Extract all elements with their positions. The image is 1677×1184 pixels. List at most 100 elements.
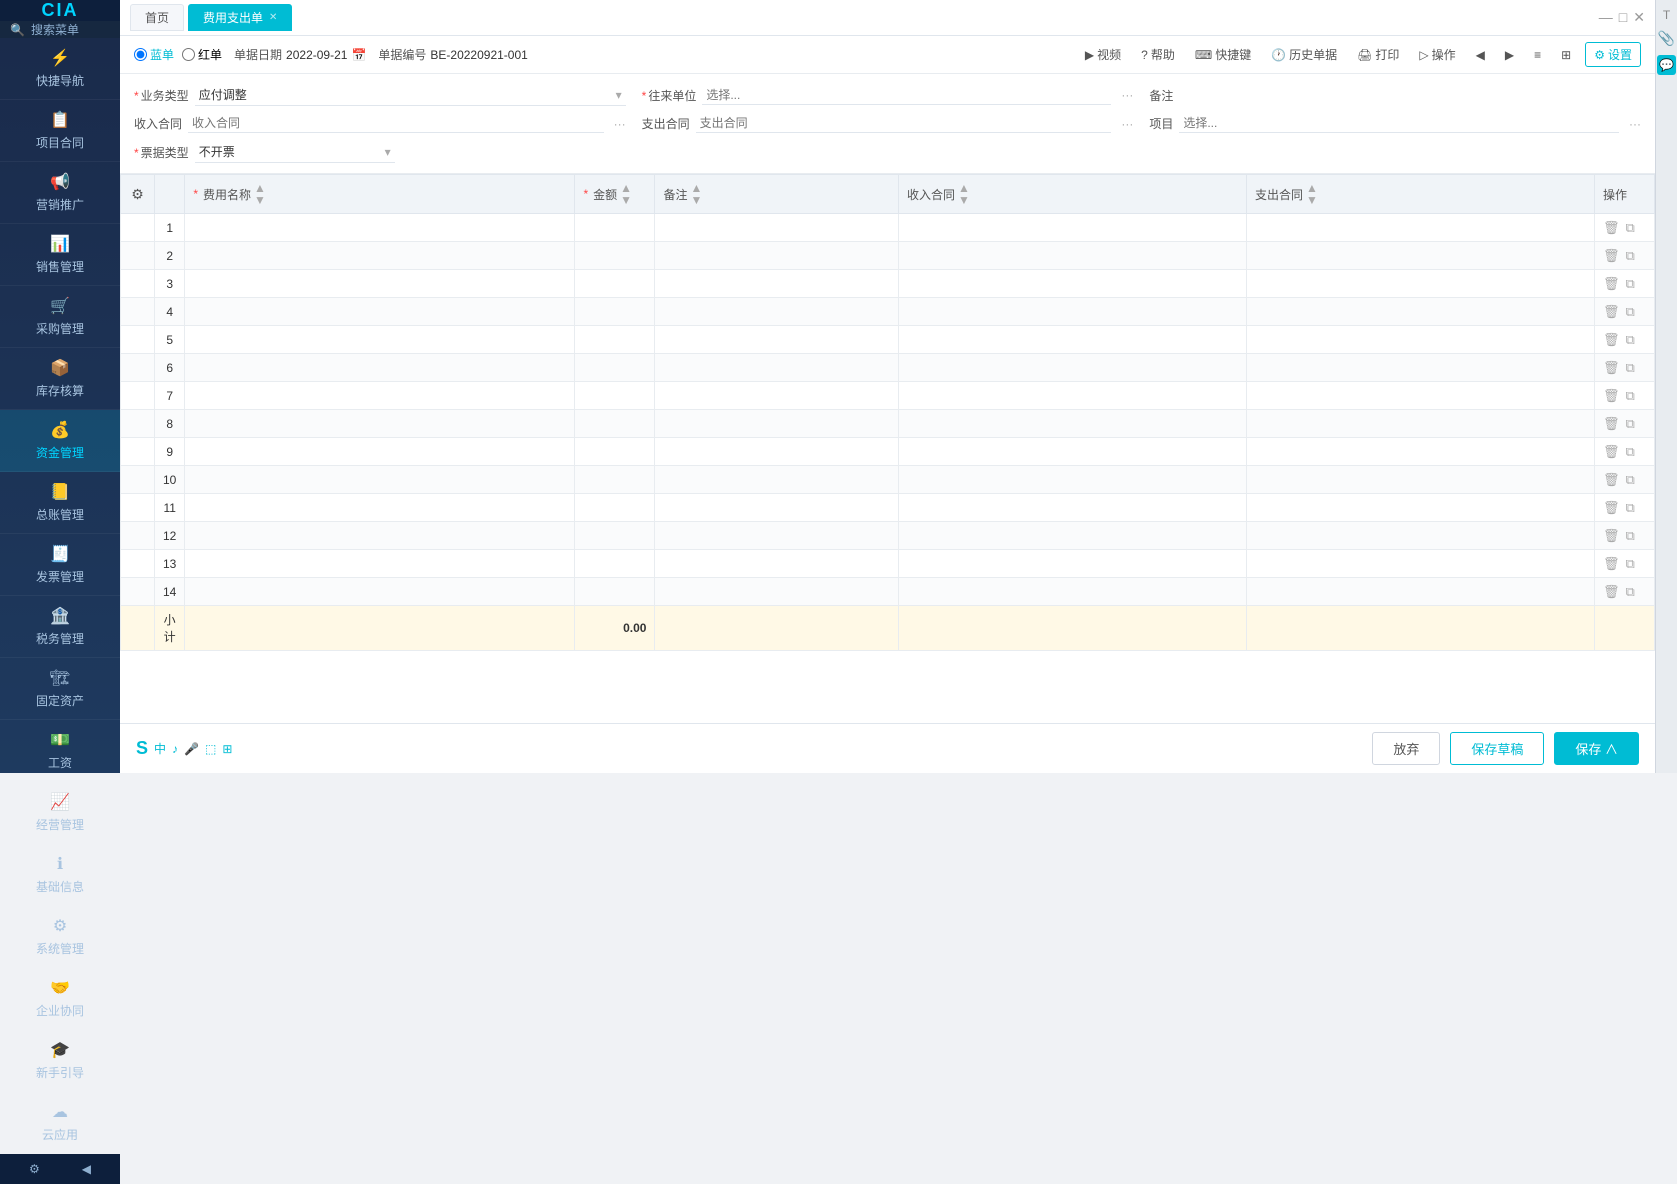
remark-cell[interactable] (655, 550, 898, 578)
business-type-select[interactable]: 应付调整 ▾ (195, 84, 626, 106)
copy-row-button[interactable]: ⧉ (1626, 556, 1635, 572)
amount-cell[interactable] (575, 242, 655, 270)
amount-cell[interactable] (575, 382, 655, 410)
income-contract-cell[interactable] (898, 242, 1246, 270)
amount-cell[interactable] (575, 494, 655, 522)
project-input[interactable] (1179, 114, 1619, 133)
table-settings-icon[interactable]: ⚙ (131, 186, 144, 202)
settings-icon[interactable]: ⚙ (29, 1162, 40, 1176)
amount-cell[interactable] (575, 578, 655, 606)
print-button[interactable]: 🖨 打印 (1351, 44, 1405, 65)
sidebar-item-tax-mgmt[interactable]: 🏦税务管理 (0, 596, 120, 658)
sidebar-item-newbie[interactable]: 🎓新手引导 (0, 1030, 120, 1092)
remark-cell[interactable] (655, 326, 898, 354)
sidebar-item-basic-info[interactable]: ℹ基础信息 (0, 844, 120, 906)
amount-cell[interactable] (575, 438, 655, 466)
save-draft-button[interactable]: 保存草稿 (1450, 732, 1544, 765)
income-contract-cell[interactable] (898, 494, 1246, 522)
income-contract-more-icon[interactable]: ··· (614, 117, 626, 131)
search-menu[interactable]: 🔍 搜索菜单 (0, 21, 120, 38)
collapse-icon[interactable]: ◀ (82, 1162, 91, 1176)
sidebar-item-marketing[interactable]: 📢营销推广 (0, 162, 120, 224)
expense-contract-cell[interactable] (1246, 438, 1594, 466)
delete-row-button[interactable]: 🗑 (1603, 416, 1620, 432)
remark-cell[interactable] (655, 438, 898, 466)
settings-button[interactable]: ⚙ 设置 (1585, 42, 1641, 67)
copy-row-button[interactable]: ⧉ (1626, 472, 1635, 488)
copy-row-button[interactable]: ⧉ (1626, 276, 1635, 292)
expense-contract-cell[interactable] (1246, 298, 1594, 326)
remark-cell[interactable] (655, 494, 898, 522)
remark-cell[interactable] (655, 354, 898, 382)
delete-row-button[interactable]: 🗑 (1603, 220, 1620, 236)
income-contract-cell[interactable] (898, 326, 1246, 354)
income-contract-cell[interactable] (898, 270, 1246, 298)
amount-cell[interactable] (575, 522, 655, 550)
expense-contract-cell[interactable] (1246, 522, 1594, 550)
attachment-icon[interactable]: 📎 (1658, 30, 1675, 47)
delete-row-button[interactable]: 🗑 (1603, 332, 1620, 348)
amount-cell[interactable] (575, 466, 655, 494)
expense-name-cell[interactable] (185, 382, 575, 410)
expense-name-cell[interactable] (185, 326, 575, 354)
expense-contract-cell[interactable] (1246, 326, 1594, 354)
income-contract-cell[interactable] (898, 382, 1246, 410)
remark-cell[interactable] (655, 466, 898, 494)
sidebar-item-capital-mgmt[interactable]: 💰资金管理 (0, 410, 120, 472)
copy-row-button[interactable]: ⧉ (1626, 416, 1635, 432)
delete-row-button[interactable]: 🗑 (1603, 528, 1620, 544)
save-button[interactable]: 保存 ∧ (1554, 732, 1639, 765)
sidebar-item-accounting[interactable]: 📒总账管理 (0, 472, 120, 534)
copy-row-button[interactable]: ⧉ (1626, 220, 1635, 236)
expense-contract-cell[interactable] (1246, 494, 1594, 522)
sidebar-item-corp-collab[interactable]: 🤝企业协同 (0, 968, 120, 1030)
amount-cell[interactable] (575, 354, 655, 382)
date-value[interactable]: 2022-09-21 (286, 48, 347, 62)
tab-expense-form[interactable]: 费用支出单✕ (188, 4, 292, 31)
copy-row-button[interactable]: ⧉ (1626, 248, 1635, 264)
expense-name-cell[interactable] (185, 466, 575, 494)
delete-row-button[interactable]: 🗑 (1603, 360, 1620, 376)
list-view-button[interactable]: ≡ (1528, 46, 1547, 64)
expense-contract-cell[interactable] (1246, 550, 1594, 578)
copy-row-button[interactable]: ⧉ (1626, 388, 1635, 404)
calendar-icon[interactable]: 📅 (351, 48, 366, 62)
delete-row-button[interactable]: 🗑 (1603, 276, 1620, 292)
remark-cell[interactable] (655, 298, 898, 326)
expense-contract-cell[interactable] (1246, 214, 1594, 242)
nav-next-button[interactable]: ▶ (1499, 46, 1520, 64)
delete-row-button[interactable]: 🗑 (1603, 472, 1620, 488)
remark-cell[interactable] (655, 270, 898, 298)
remark-cell[interactable] (655, 522, 898, 550)
copy-row-button[interactable]: ⧉ (1626, 332, 1635, 348)
expense-contract-cell[interactable] (1246, 578, 1594, 606)
sidebar-item-inventory[interactable]: 📦库存核算 (0, 348, 120, 410)
delete-row-button[interactable]: 🗑 (1603, 388, 1620, 404)
amount-cell[interactable] (575, 550, 655, 578)
delete-row-button[interactable]: 🗑 (1603, 500, 1620, 516)
amount-cell[interactable] (575, 410, 655, 438)
income-contract-cell[interactable] (898, 578, 1246, 606)
expense-name-cell[interactable] (185, 214, 575, 242)
delete-row-button[interactable]: 🗑 (1603, 556, 1620, 572)
discard-button[interactable]: 放弃 (1372, 732, 1440, 765)
tab-home[interactable]: 首页 (130, 4, 184, 31)
sidebar-item-project-contract[interactable]: 📋项目合同 (0, 100, 120, 162)
expense-name-cell[interactable] (185, 242, 575, 270)
income-contract-cell[interactable] (898, 550, 1246, 578)
remark-cell[interactable] (655, 382, 898, 410)
expense-name-cell[interactable] (185, 494, 575, 522)
maximize-button[interactable]: □ (1619, 9, 1627, 26)
expense-name-cell[interactable] (185, 578, 575, 606)
shortcut-button[interactable]: ⌨ 快捷键 (1189, 44, 1257, 65)
text-tool-icon[interactable]: T (1663, 8, 1670, 22)
expense-name-cell[interactable] (185, 298, 575, 326)
sidebar-item-cloud-apps[interactable]: ☁云应用 (0, 1092, 120, 1154)
red-order-radio[interactable]: 红单 (182, 46, 222, 63)
grid-view-button[interactable]: ⊞ (1555, 46, 1577, 64)
income-contract-input[interactable] (188, 114, 604, 133)
income-contract-cell[interactable] (898, 522, 1246, 550)
expense-name-cell[interactable] (185, 550, 575, 578)
sidebar-item-sales-mgmt[interactable]: 📊销售管理 (0, 224, 120, 286)
income-contract-cell[interactable] (898, 354, 1246, 382)
